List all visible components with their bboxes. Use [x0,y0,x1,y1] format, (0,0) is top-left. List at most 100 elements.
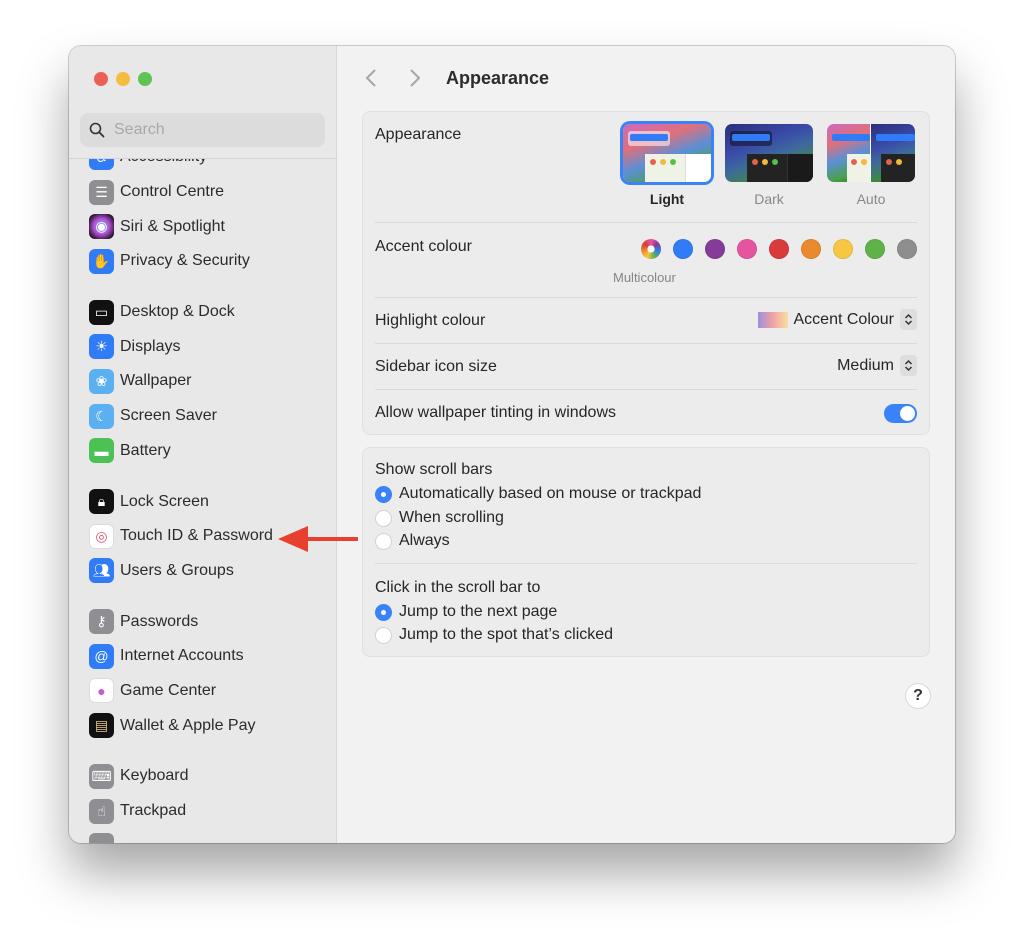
lock-icon: 🔒︎ [89,489,114,515]
up-down-chevron-icon [900,309,917,330]
sidebar-item-game-center[interactable]: ● Game Center [69,674,337,709]
wallpaper-tinting-label: Allow wallpaper tinting in windows [375,404,617,421]
sidebar-item-users-groups[interactable]: 👥︎ Users & Groups [69,554,337,589]
light-thumbnail[interactable] [623,124,711,182]
hand-icon: ✋ [89,248,114,274]
show-scroll-bars-label: Show scroll bars [375,461,493,478]
highlight-colour-value: Accent Colour [793,310,895,328]
appearance-option-dark[interactable]: Dark [725,124,813,207]
sidebar-item-label: Trackpad [120,802,187,820]
accent-swatch-multicolour[interactable] [641,239,661,259]
sidebar-item-lock-screen[interactable]: 🔒︎ Lock Screen [69,484,337,519]
help-button[interactable]: ? [905,683,931,709]
siri-icon: ◉ [89,214,114,240]
sidebar-item-passwords[interactable]: ⚷ Passwords [69,604,337,639]
close-button[interactable] [94,72,108,86]
auto-thumbnail[interactable] [827,124,915,182]
radio-jump-to-spot[interactable]: Jump to the spot that’s clicked [375,626,613,644]
accent-swatch-purple[interactable] [705,239,725,259]
light-label: Light [649,191,685,207]
accent-colour-row: Accent colour [375,223,917,297]
dark-label: Dark [754,191,784,207]
accent-swatches [641,239,917,259]
appearance-card: Appearance Light Dark Auto Accent colour… [362,111,930,435]
chevron-left-icon [365,69,376,87]
sidebar-item-privacy-security[interactable]: ✋ Privacy & Security [69,244,337,279]
appearance-label: Appearance [375,126,462,143]
sidebar-item-keyboard[interactable]: ⌨ Keyboard [69,759,337,794]
dark-thumbnail[interactable] [725,124,813,182]
back-button[interactable] [361,66,381,90]
radio-jump-next-page[interactable]: Jump to the next page [375,603,557,621]
wallpaper-tinting-row: Allow wallpaper tinting in windows [375,390,917,436]
radio-label: Jump to the spot that’s clicked [399,626,614,643]
sidebar-item-battery[interactable]: ▬ Battery [69,434,337,469]
sidebar-item-label: Siri & Spotlight [120,217,225,235]
minimize-button[interactable] [116,72,130,86]
sidebar-icon-size-label: Sidebar icon size [375,358,497,375]
accent-swatch-green[interactable] [865,239,885,259]
sidebar-item-label: Internet Accounts [120,647,244,665]
sidebar: Search ♿ Accessibility ☰ Control Centre ◉ Sir… [69,46,337,843]
highlight-colour-label: Highlight colour [375,312,486,329]
sidebar-item-wallpaper[interactable]: ❀ Wallpaper [69,364,337,399]
sidebar-icon-size-row: Sidebar icon size Medium [375,344,917,389]
radio-label: When scrolling [399,509,504,526]
appearance-options: Light Dark Auto [623,124,915,207]
appearance-option-auto[interactable]: Auto [827,124,915,207]
wallpaper-tinting-toggle[interactable] [884,404,917,423]
sidebar-item-label: Passwords [120,612,199,630]
sidebar-item-label: Game Center [120,681,217,699]
sidebar-item-wallet-apple-pay[interactable]: ▤ Wallet & Apple Pay [69,708,337,743]
divider [375,563,917,564]
accent-swatch-orange[interactable] [801,239,821,259]
sidebar-item-label: Control Centre [120,183,225,201]
radio-button[interactable] [375,626,392,644]
radio-button[interactable] [375,603,392,621]
accent-swatch-blue[interactable] [673,239,693,259]
forward-button[interactable] [405,66,425,90]
highlight-colour-popup[interactable]: Accent Colour [757,309,917,330]
accent-swatch-yellow[interactable] [833,239,853,259]
radio-scroll-auto[interactable]: Automatically based on mouse or trackpad [375,485,701,503]
sidebar-item-siri-spotlight[interactable]: ◉ Siri & Spotlight [69,209,337,244]
sidebar-item-partial[interactable] [69,828,337,843]
appearance-option-light[interactable]: Light [623,124,711,207]
accessibility-icon: ♿ [89,159,114,170]
fingerprint-icon: ◎ [89,523,114,549]
traffic-lights [94,72,152,86]
page-title: Appearance [446,68,550,88]
radio-button[interactable] [375,532,392,550]
sidebar-item-screen-saver[interactable]: ☾ Screen Saver [69,399,337,434]
at-icon: @ [89,643,114,669]
sidebar-item-internet-accounts[interactable]: @ Internet Accounts [69,639,337,674]
accent-swatch-graphite[interactable] [897,239,917,259]
search-placeholder: Search [114,121,165,138]
sun-icon: ☀ [89,334,114,360]
radio-scroll-always[interactable]: Always [375,532,450,550]
sidebar-item-desktop-dock[interactable]: ▭ Desktop & Dock [69,295,337,330]
sidebar-item-trackpad[interactable]: ☝ Trackpad [69,794,337,829]
radio-scroll-when-scrolling[interactable]: When scrolling [375,509,504,527]
sidebar-item-accessibility[interactable]: ♿ Accessibility [69,159,337,175]
sidebar-item-label: Users & Groups [120,561,234,579]
accent-swatch-red[interactable] [769,239,789,259]
radio-button[interactable] [375,509,392,527]
accent-swatch-pink[interactable] [737,239,757,259]
main-pane: Appearance Appearance Light Dark Auto Ac… [337,46,955,843]
sidebar-icon-size-popup[interactable]: Medium [837,355,917,376]
sidebar-item-displays[interactable]: ☀ Displays [69,329,337,364]
up-down-chevron-icon [900,355,917,376]
sidebar-list[interactable]: ♿ Accessibility ☰ Control Centre ◉ Siri & Spo… [69,159,337,843]
search-field[interactable]: Search [80,113,325,147]
sidebar-item-control-centre[interactable]: ☰ Control Centre [69,175,337,210]
scroll-bars-card: Show scroll bars Automatically based on … [362,447,930,657]
radio-button[interactable] [375,485,392,503]
trackpad-icon: ☝ [89,798,114,824]
sidebar-icon-size-value: Medium [837,356,894,374]
zoom-button[interactable] [138,72,152,86]
